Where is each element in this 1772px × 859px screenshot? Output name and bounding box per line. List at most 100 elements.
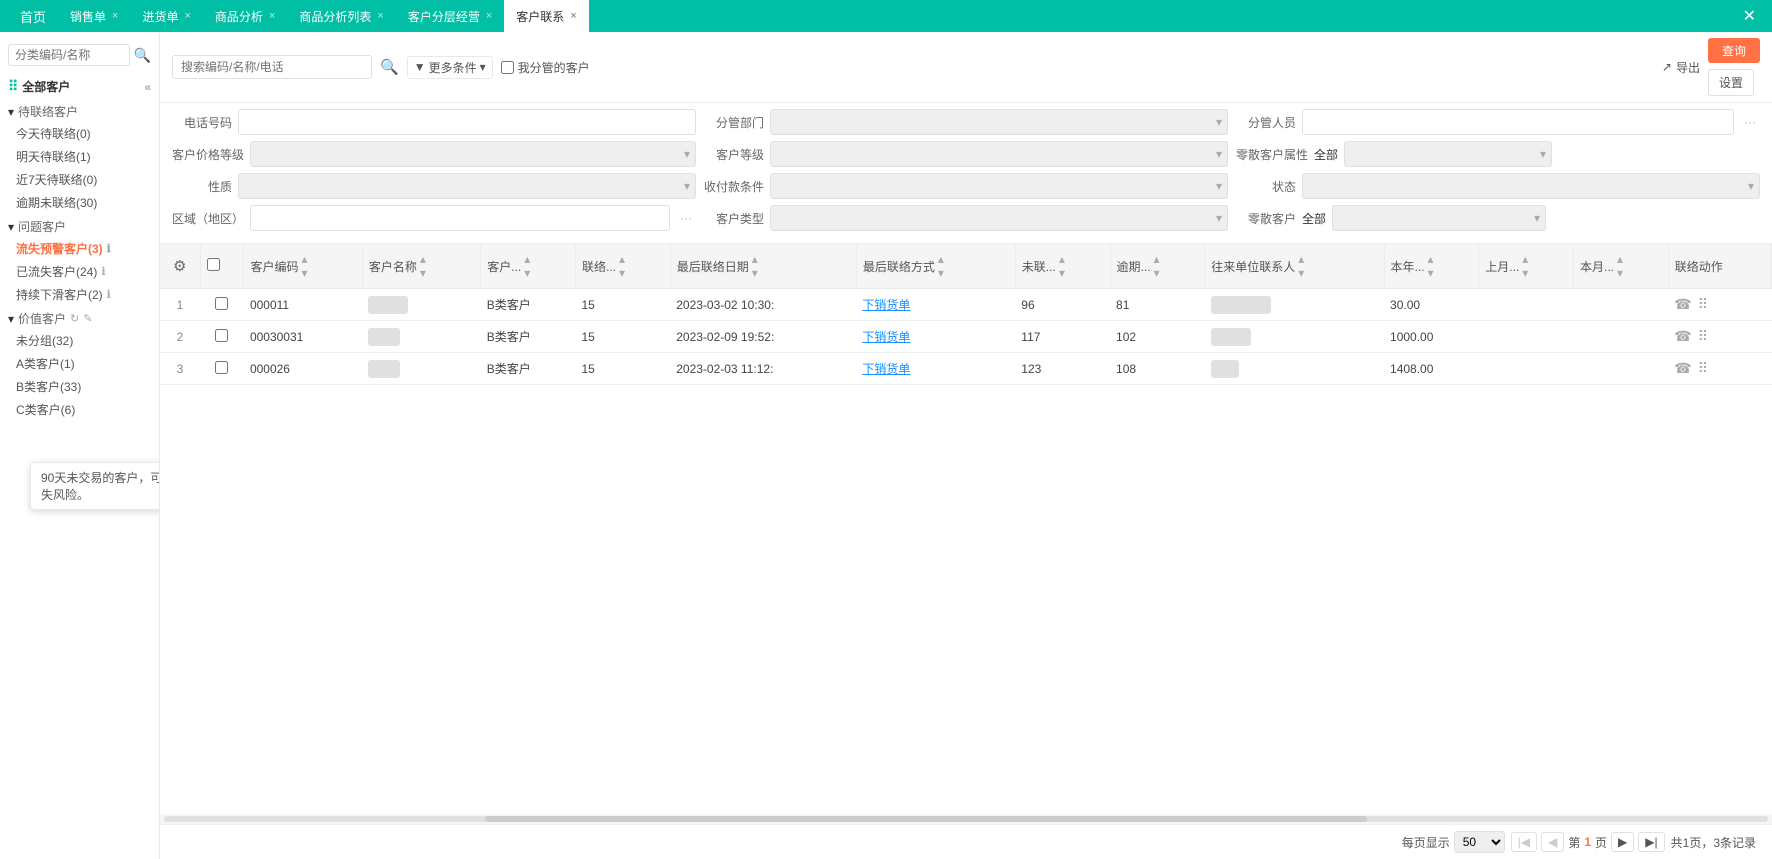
- home-tab[interactable]: 首页: [8, 0, 58, 32]
- close-customer-contact-tab[interactable]: ×: [570, 10, 576, 22]
- refresh-icon[interactable]: ↻: [70, 312, 79, 325]
- sidebar-item-b-class[interactable]: B类客户(33): [0, 375, 159, 398]
- status-select[interactable]: [1302, 173, 1760, 199]
- sidebar-item-declining[interactable]: 持续下滑客户(2) ℹ: [0, 283, 159, 306]
- sidebar-all-customers[interactable]: ⠿ 全部客户 «: [0, 74, 159, 99]
- row3-more-icon[interactable]: ⠿: [1698, 360, 1708, 377]
- lingsan-customer-select[interactable]: [1332, 205, 1546, 231]
- settings-button[interactable]: 设置: [1708, 69, 1754, 96]
- row2-method-link[interactable]: 下销货单: [862, 330, 910, 344]
- person-more-icon[interactable]: ···: [1740, 115, 1760, 129]
- status-label: 状态: [1236, 178, 1296, 195]
- sidebar-item-c-class[interactable]: C类客户(6): [0, 398, 159, 421]
- sort-this-month[interactable]: ▴▾: [1617, 252, 1623, 280]
- person-input[interactable]: [1302, 109, 1734, 135]
- lingsan-attr-select[interactable]: [1344, 141, 1552, 167]
- close-all-button[interactable]: ✕: [1735, 6, 1764, 26]
- current-page: 1: [1584, 835, 1591, 849]
- tab-customer-segment[interactable]: 客户分层经营 ×: [396, 0, 504, 32]
- export-button[interactable]: ↗ 导出: [1662, 59, 1700, 76]
- per-page-select[interactable]: 50 10 20 100: [1454, 831, 1505, 853]
- region-more-icon[interactable]: ···: [676, 211, 696, 225]
- gear-button[interactable]: ⚙: [169, 255, 190, 277]
- close-customer-segment-tab[interactable]: ×: [486, 10, 492, 22]
- table-row: 1 000011 B类客户 15 2023-03-02 10:30: 下销货单 …: [160, 289, 1772, 321]
- query-button[interactable]: 查询: [1708, 38, 1760, 63]
- sidebar-item-7days-pending[interactable]: 近7天待联络(0): [0, 168, 159, 191]
- sort-last-month[interactable]: ▴▾: [1522, 252, 1528, 280]
- sort-type[interactable]: ▴▾: [524, 252, 530, 280]
- region-label: 区域（地区）: [172, 210, 244, 227]
- row2-actions: ☎ ⠿: [1668, 321, 1771, 353]
- search-button[interactable]: 🔍: [380, 58, 399, 76]
- sidebar-group-value[interactable]: ▾ 价值客户 ↻ ✎: [0, 306, 159, 329]
- sidebar-item-ungrouped[interactable]: 未分组(32): [0, 329, 159, 352]
- row1-contact-icon[interactable]: ☎: [1674, 296, 1691, 313]
- row2-contact-icon[interactable]: ☎: [1674, 328, 1691, 345]
- sidebar-item-churned[interactable]: 已流失客户(24) ℹ: [0, 260, 159, 283]
- close-sales-tab[interactable]: ×: [112, 10, 118, 22]
- sidebar-item-a-class[interactable]: A类客户(1): [0, 352, 159, 375]
- row1-more-icon[interactable]: ⠿: [1698, 296, 1708, 313]
- close-purchase-tab[interactable]: ×: [184, 10, 190, 22]
- close-product-list-tab[interactable]: ×: [377, 10, 383, 22]
- gender-select[interactable]: [238, 173, 696, 199]
- row3-last-month: [1479, 353, 1574, 385]
- my-customers-checkbox[interactable]: [501, 61, 514, 74]
- row3-check[interactable]: [215, 361, 228, 374]
- tab-customer-contact[interactable]: 客户联系 ×: [504, 0, 588, 32]
- horizontal-scrollbar[interactable]: [160, 814, 1772, 824]
- my-customers-label[interactable]: 我分管的客户: [501, 59, 590, 76]
- row2-more-icon[interactable]: ⠿: [1698, 328, 1708, 345]
- price-grade-select-wrapper: [250, 141, 696, 167]
- last-page-button[interactable]: ▶|: [1638, 832, 1664, 852]
- customer-grade-select[interactable]: [770, 141, 1228, 167]
- price-grade-label: 客户价格等级: [172, 146, 244, 163]
- row1-method-link[interactable]: 下销货单: [862, 298, 910, 312]
- sidebar-item-today-pending[interactable]: 今天待联络(0): [0, 122, 159, 145]
- sort-last-method[interactable]: ▴▾: [938, 252, 944, 280]
- customer-type-select[interactable]: [770, 205, 1228, 231]
- search-input[interactable]: [172, 55, 372, 79]
- sort-name[interactable]: ▴▾: [420, 252, 426, 280]
- tab-purchase[interactable]: 进货单 ×: [130, 0, 202, 32]
- sort-year[interactable]: ▴▾: [1428, 252, 1434, 280]
- sort-overdue[interactable]: ▴▾: [1154, 252, 1160, 280]
- select-all-checkbox[interactable]: [207, 258, 220, 271]
- prev-page-button[interactable]: ◀: [1541, 832, 1564, 852]
- tab-product-analysis[interactable]: 商品分析 ×: [203, 0, 287, 32]
- more-conditions-button[interactable]: ▼ 更多条件 ▾: [407, 56, 493, 79]
- row2-check[interactable]: [215, 329, 228, 342]
- phone-input[interactable]: [238, 109, 696, 135]
- sidebar-item-tomorrow-pending[interactable]: 明天待联络(1): [0, 145, 159, 168]
- sort-unit[interactable]: ▴▾: [1298, 252, 1304, 280]
- sidebar-group-pending[interactable]: ▾ 待联络客户: [0, 99, 159, 122]
- sidebar-item-churn-warning[interactable]: 流失预警客户(3) ℹ: [0, 237, 159, 260]
- edit-icon[interactable]: ✎: [83, 312, 92, 325]
- sidebar-item-overdue-pending[interactable]: 逾期未联络(30): [0, 191, 159, 214]
- ungrouped-label: 未分组(32): [16, 332, 73, 349]
- sidebar-search-icon[interactable]: 🔍: [134, 47, 151, 64]
- sort-code[interactable]: ▴▾: [301, 252, 307, 280]
- filter-price-grade: 客户价格等级: [172, 141, 696, 167]
- price-grade-select[interactable]: [250, 141, 696, 167]
- sort-contact[interactable]: ▴▾: [619, 252, 625, 280]
- row1-check[interactable]: [215, 297, 228, 310]
- row3-method-link[interactable]: 下销货单: [862, 362, 910, 376]
- action-buttons: 查询 设置: [1708, 38, 1760, 96]
- filter-phone: 电话号码: [172, 109, 696, 135]
- scrollbar-thumb[interactable]: [485, 816, 1367, 822]
- first-page-button[interactable]: |◀: [1511, 832, 1537, 852]
- tab-sales[interactable]: 销售单 ×: [58, 0, 130, 32]
- row3-contact-icon[interactable]: ☎: [1674, 360, 1691, 377]
- close-product-analysis-tab[interactable]: ×: [269, 10, 275, 22]
- sidebar-group-problem[interactable]: ▾ 问题客户: [0, 214, 159, 237]
- tab-product-list[interactable]: 商品分析列表 ×: [287, 0, 395, 32]
- next-page-button[interactable]: ▶: [1611, 832, 1634, 852]
- dept-select[interactable]: [770, 109, 1228, 135]
- sort-unl[interactable]: ▴▾: [1059, 252, 1065, 280]
- region-input[interactable]: [250, 205, 670, 231]
- sidebar-search-input[interactable]: [8, 44, 130, 66]
- payment-select[interactable]: [770, 173, 1228, 199]
- sort-last-date[interactable]: ▴▾: [752, 252, 758, 280]
